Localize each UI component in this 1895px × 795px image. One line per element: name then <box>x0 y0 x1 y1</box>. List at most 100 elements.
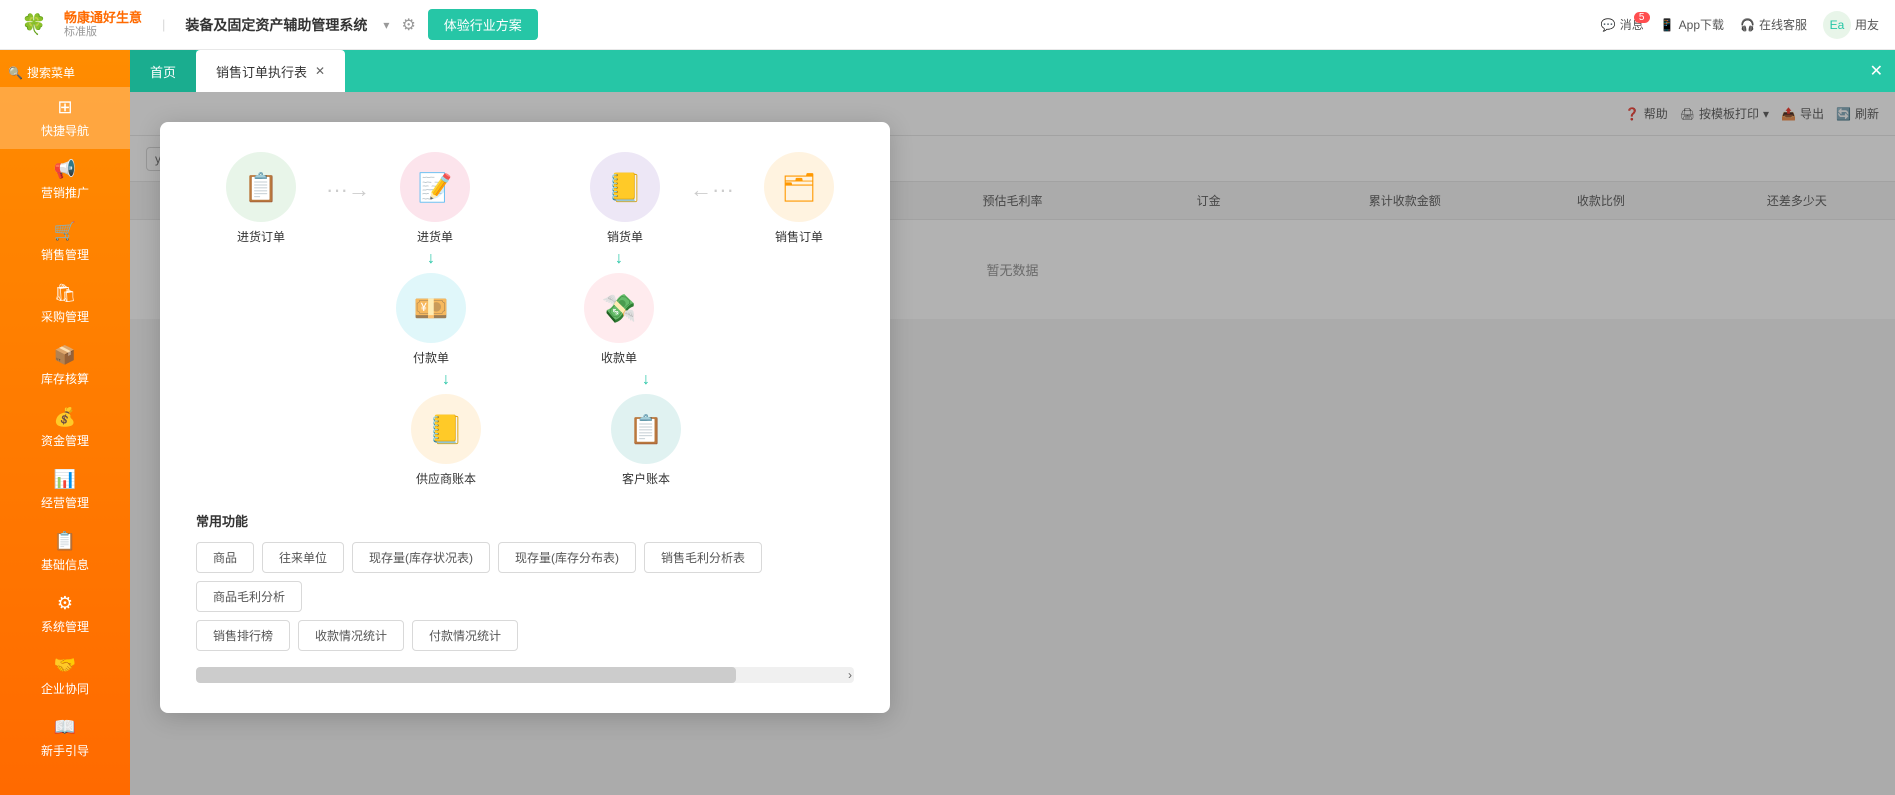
inventory-icon: 📦 <box>54 345 76 366</box>
sidebar-item-purchase[interactable]: 🛍 采购管理 <box>0 273 130 335</box>
sidebar-item-sales[interactable]: 🛒 销售管理 <box>0 211 130 273</box>
sidebar-item-inventory[interactable]: 📦 库存核算 <box>0 335 130 397</box>
sidebar-item-enterprise[interactable]: 🤝 企业协同 <box>0 645 130 707</box>
sidebar-item-label: 系统管理 <box>41 618 89 635</box>
flow-col-1: 📋 进货订单 <box>196 152 326 245</box>
sidebar-item-finance[interactable]: 💰 资金管理 <box>0 397 130 459</box>
tab-sales-order[interactable]: 销售订单执行表 ✕ <box>196 50 345 92</box>
flow-section: 📋 进货订单 ···→ <box>196 152 854 487</box>
app-download-btn[interactable]: 📱 App下载 <box>1660 16 1724 33</box>
content-area: 首页 销售订单执行表 ✕ ✕ ❓ 帮助 🖨 <box>130 50 1895 795</box>
purchase-order-circle: 📋 <box>226 152 296 222</box>
receipt-circle: 💸 <box>584 273 654 343</box>
supplier-ledger-label: 供应商账本 <box>416 470 476 487</box>
logo-text: 畅康通好生意 <box>64 10 142 26</box>
func-btn-stock-status[interactable]: 现存量(库存状况表) <box>352 542 490 573</box>
modal-overlay: 📋 进货订单 ···→ <box>130 92 1895 795</box>
tab-home[interactable]: 首页 <box>130 50 196 92</box>
sidebar-item-quick-nav[interactable]: ⊞ 快捷导航 <box>0 87 130 149</box>
func-btn-payment-stats[interactable]: 付款情况统计 <box>412 620 518 651</box>
flow-col-3: 📒 销货单 <box>560 152 690 245</box>
app-download-label: App下载 <box>1679 16 1724 33</box>
arrow-down-3: ↓ <box>376 372 516 388</box>
tab-bar-close-icon[interactable]: ✕ <box>1870 61 1883 81</box>
sidebar-item-marketing[interactable]: 📢 营销推广 <box>0 149 130 211</box>
customer-ledger-label: 客户账本 <box>622 470 670 487</box>
top-bar-left: 🍀 畅康通好生意 标准版 | 装备及固定资产辅助管理系统 ▾ ⚙ 体验行业方案 <box>16 7 538 43</box>
modal-box: 📋 进货订单 ···→ <box>160 122 890 713</box>
purchase-icon: 🛍 <box>54 283 77 304</box>
online-service-btn[interactable]: 🎧 在线客服 <box>1740 16 1807 33</box>
dropdown-arrow-icon[interactable]: ▾ <box>383 18 389 32</box>
sales-order-circle: 🗂 <box>764 152 834 222</box>
flow-item-sales-order: 🗂 销售订单 <box>734 152 864 245</box>
settings-icon[interactable]: ⚙ <box>401 15 415 35</box>
func-btn-sales-rank[interactable]: 销售排行榜 <box>196 620 290 651</box>
sub-logo: 标准版 <box>64 26 142 39</box>
sidebar-item-label: 企业协同 <box>41 680 89 697</box>
marketing-icon: 📢 <box>54 159 76 180</box>
user-name: 用友 <box>1855 16 1879 33</box>
purchase-bill-label: 进货单 <box>417 228 453 245</box>
receipt-label: 收款单 <box>601 349 637 366</box>
flow-item-purchase-order: 📋 进货订单 <box>196 152 326 245</box>
payment-label: 付款单 <box>413 349 449 366</box>
tab-bar: 首页 销售订单执行表 ✕ ✕ <box>130 50 1895 92</box>
main-area: 🔍 搜索菜单 ⊞ 快捷导航 📢 营销推广 🛒 销售管理 🛍 采购管理 📦 <box>0 50 1895 795</box>
flow-item-customer-ledger: 📋 客户账本 <box>581 394 711 487</box>
finance-icon: 💰 <box>54 407 76 428</box>
arrow-h-2: ←··· <box>690 177 734 221</box>
flow-item-purchase-bill: 📝 进货单 <box>370 152 500 245</box>
top-bar-right: 💬 消息 5 📱 App下载 🎧 在线客服 Ea 用友 <box>1601 11 1879 39</box>
func-btn-stock-dist[interactable]: 现存量(库存分布表) <box>498 542 636 573</box>
flow-col-supplier: 📒 供应商账本 <box>376 394 516 487</box>
purchase-bill-circle: 📝 <box>400 152 470 222</box>
flow-item-sales-bill: 📒 销货单 <box>560 152 690 245</box>
sales-icon: 🛒 <box>54 221 76 242</box>
scroll-thumb <box>196 667 736 683</box>
top-bar: 🍀 畅康通好生意 标准版 | 装备及固定资产辅助管理系统 ▾ ⚙ 体验行业方案 … <box>0 0 1895 50</box>
sidebar-item-label: 基础信息 <box>41 556 89 573</box>
download-icon: 📱 <box>1660 18 1675 32</box>
payment-circle: 💴 <box>396 273 466 343</box>
page-content: ❓ 帮助 🖨 按模板打印 ▾ 📤 导出 🔄 刷新 <box>130 92 1895 795</box>
online-service-label: 在线客服 <box>1759 16 1807 33</box>
sidebar-item-label: 新手引导 <box>41 742 89 759</box>
supplier-ledger-circle: 📒 <box>411 394 481 464</box>
sidebar-item-system[interactable]: ⚙ 系统管理 <box>0 583 130 645</box>
common-functions-title: 常用功能 <box>196 511 854 530</box>
func-btn-receipt-stats[interactable]: 收款情况统计 <box>298 620 404 651</box>
flow-col-2: 📝 进货单 <box>370 152 500 245</box>
system-title: 装备及固定资产辅助管理系统 <box>185 15 367 35</box>
purchase-order-label: 进货订单 <box>237 228 285 245</box>
sidebar-item-label: 资金管理 <box>41 432 89 449</box>
sales-order-label: 销售订单 <box>775 228 823 245</box>
scroll-right-arrow[interactable]: › <box>848 667 852 683</box>
flow-item-supplier-ledger: 📒 供应商账本 <box>381 394 511 487</box>
tab-close-icon[interactable]: ✕ <box>315 64 325 78</box>
arrow-down-4: ↓ <box>576 372 716 388</box>
newbie-icon: 📖 <box>54 717 76 738</box>
logo-icon: 🍀 <box>16 7 52 43</box>
func-btn-product[interactable]: 商品 <box>196 542 254 573</box>
func-buttons-row1: 商品 往来单位 现存量(库存状况表) 现存量(库存分布表) 销售毛利分析表 商品… <box>196 542 854 612</box>
headset-icon: 🎧 <box>1740 18 1755 32</box>
sales-bill-label: 销货单 <box>607 228 643 245</box>
flow-col-payment: 💴 付款单 <box>365 273 497 366</box>
sidebar-item-operations[interactable]: 📊 经营管理 <box>0 459 130 521</box>
sales-bill-circle: 📒 <box>590 152 660 222</box>
func-btn-product-profit[interactable]: 商品毛利分析 <box>196 581 302 612</box>
sidebar-item-label: 采购管理 <box>41 308 89 325</box>
message-btn[interactable]: 💬 消息 5 <box>1601 16 1644 33</box>
try-button[interactable]: 体验行业方案 <box>428 9 538 40</box>
user-menu[interactable]: Ea 用友 <box>1823 11 1879 39</box>
quick-nav-icon: ⊞ <box>57 97 72 118</box>
arrow-down-2: ↓ <box>553 251 685 267</box>
search-menu[interactable]: 🔍 搜索菜单 <box>0 58 130 87</box>
system-icon: ⚙ <box>57 593 73 614</box>
func-btn-partners[interactable]: 往来单位 <box>262 542 344 573</box>
sidebar-item-newbie[interactable]: 📖 新手引导 <box>0 707 130 769</box>
func-btn-sales-profit[interactable]: 销售毛利分析表 <box>644 542 762 573</box>
sidebar-item-basic[interactable]: 📋 基础信息 <box>0 521 130 583</box>
scroll-area[interactable]: › <box>196 667 854 683</box>
